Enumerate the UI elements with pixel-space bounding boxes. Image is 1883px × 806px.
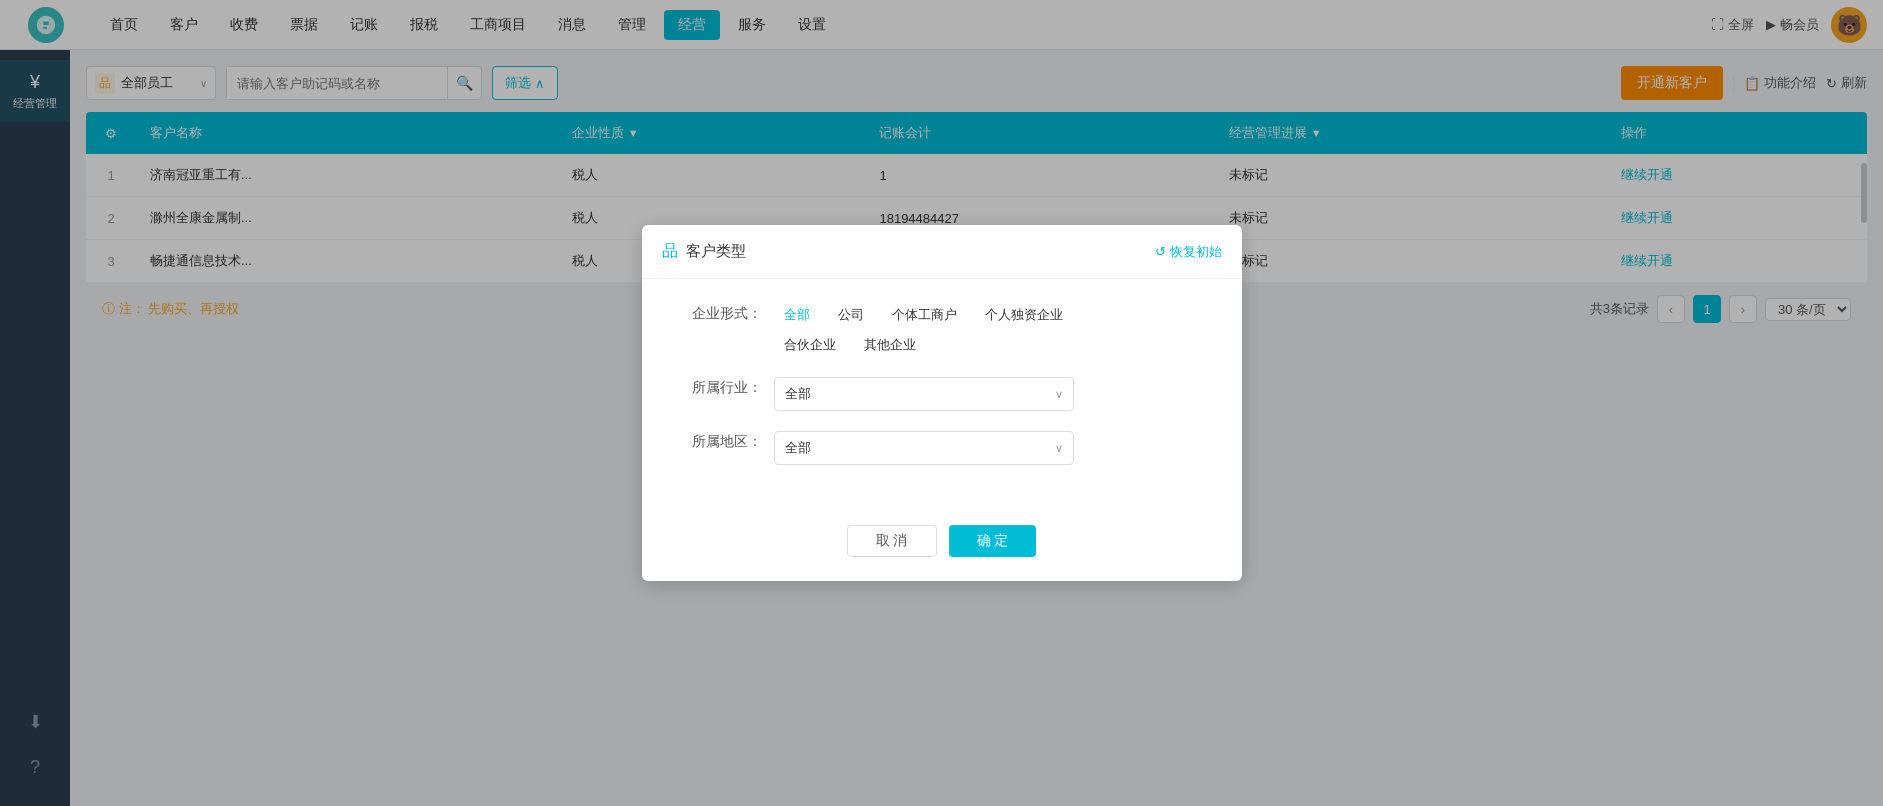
region-dropdown-icon: ∨ — [1055, 442, 1063, 455]
enterprise-option-company[interactable]: 公司 — [828, 303, 874, 327]
industry-form-row: 所属行业： 全部 ∨ — [672, 377, 1212, 411]
modal-reset-button[interactable]: ↺ 恢复初始 — [1155, 243, 1222, 261]
enterprise-options: 全部 公司 个体工商户 个人独资企业 合伙企业 其他企业 — [774, 303, 1212, 357]
region-form-row: 所属地区： 全部 ∨ — [672, 431, 1212, 465]
enterprise-option-list-2: 合伙企业 其他企业 — [774, 333, 1212, 357]
region-value: 全部 ∨ — [774, 431, 1212, 465]
region-select-text: 全部 — [785, 439, 811, 457]
modal-title-text: 客户类型 — [686, 242, 746, 261]
region-label: 所属地区： — [672, 431, 762, 451]
cancel-button[interactable]: 取 消 — [847, 525, 937, 557]
modal-title-icon: 品 — [662, 241, 678, 262]
reset-icon: ↺ — [1155, 244, 1166, 259]
industry-select[interactable]: 全部 ∨ — [774, 377, 1074, 411]
modal-title: 品 客户类型 — [662, 241, 746, 262]
confirm-button[interactable]: 确 定 — [949, 525, 1037, 557]
enterprise-option-all[interactable]: 全部 — [774, 303, 820, 327]
enterprise-label: 企业形式： — [672, 303, 762, 323]
enterprise-option-other[interactable]: 其他企业 — [854, 333, 926, 357]
enterprise-option-list: 全部 公司 个体工商户 个人独资企业 — [774, 303, 1212, 327]
region-select[interactable]: 全部 ∨ — [774, 431, 1074, 465]
modal-footer: 取 消 确 定 — [642, 509, 1242, 581]
industry-label: 所属行业： — [672, 377, 762, 397]
enterprise-option-individual[interactable]: 个体工商户 — [882, 303, 967, 327]
modal-header: 品 客户类型 ↺ 恢复初始 — [642, 225, 1242, 279]
customer-type-modal: 品 客户类型 ↺ 恢复初始 企业形式： 全部 公司 个体工商户 个人独资企业 — [642, 225, 1242, 581]
enterprise-option-sole[interactable]: 个人独资企业 — [975, 303, 1073, 327]
enterprise-option-partnership[interactable]: 合伙企业 — [774, 333, 846, 357]
industry-select-text: 全部 — [785, 385, 811, 403]
reset-label: 恢复初始 — [1170, 243, 1222, 261]
modal-overlay: 品 客户类型 ↺ 恢复初始 企业形式： 全部 公司 个体工商户 个人独资企业 — [0, 0, 1883, 806]
industry-dropdown-icon: ∨ — [1055, 388, 1063, 401]
industry-value: 全部 ∨ — [774, 377, 1212, 411]
modal-body: 企业形式： 全部 公司 个体工商户 个人独资企业 合伙企业 其他企业 所属行业： — [642, 279, 1242, 509]
enterprise-form-row: 企业形式： 全部 公司 个体工商户 个人独资企业 合伙企业 其他企业 — [672, 303, 1212, 357]
